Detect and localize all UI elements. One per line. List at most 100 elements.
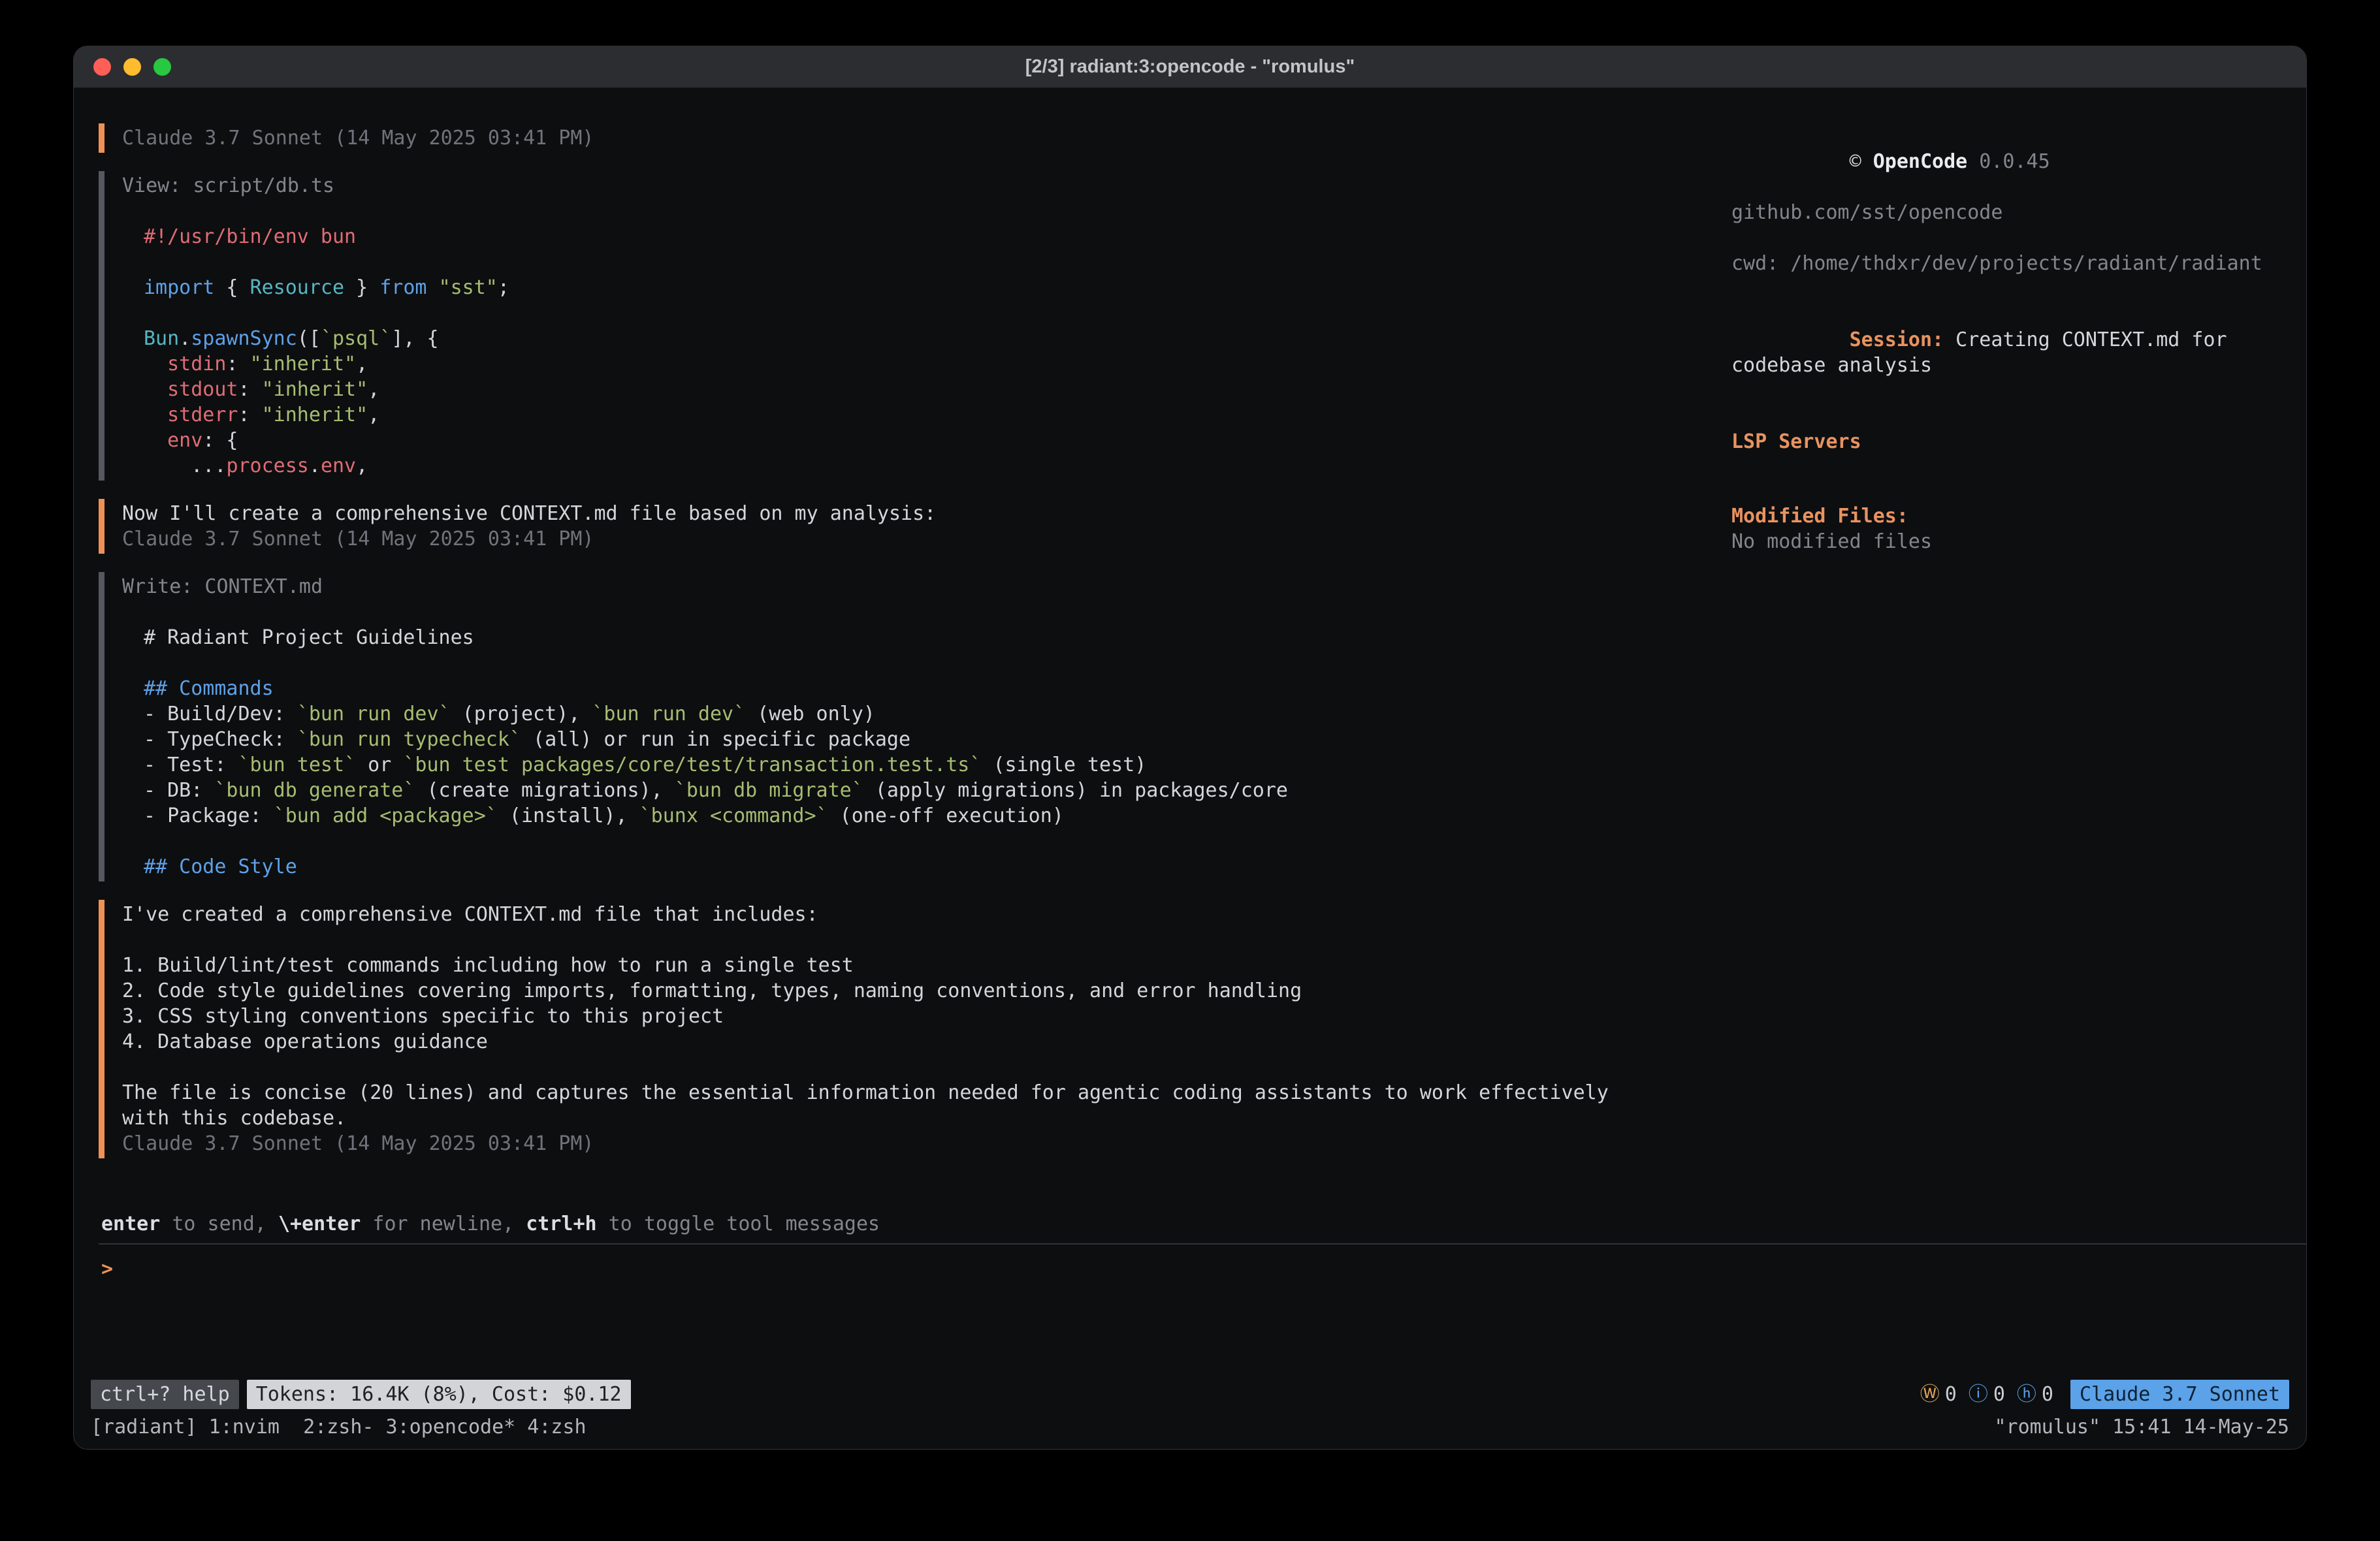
- text-segment: - DB:: [144, 779, 214, 802]
- text-segment: (all) or run in specific package: [521, 728, 910, 751]
- help-segment: to toggle tool messages: [597, 1213, 880, 1235]
- text-segment: or: [356, 754, 403, 776]
- repo-link: github.com/sst/opencode: [1731, 200, 2276, 225]
- text-segment: import: [144, 276, 214, 299]
- text-line: # Radiant Project Guidelines: [144, 625, 1731, 650]
- text-segment: `bun db generate`: [214, 779, 415, 802]
- text-line: 3. CSS styling conventions specific to t…: [122, 1004, 1731, 1029]
- cwd-path: cwd: /home/thdxr/dev/projects/radiant/ra…: [1731, 251, 2276, 276]
- text-segment: Claude 3.7 Sonnet (14 May 2025 03:41 PM): [122, 1132, 594, 1155]
- tool-title: Write: CONTEXT.md: [122, 574, 1731, 599]
- status-bar: ctrl+? help Tokens: 16.4K (8%), Cost: $0…: [74, 1380, 2306, 1409]
- text-line: 4. Database operations guidance: [122, 1029, 1731, 1055]
- text-segment: spawnSync: [191, 327, 297, 350]
- zoom-button[interactable]: [153, 58, 171, 76]
- help-segment: enter: [101, 1213, 160, 1235]
- assistant-message-block: Now I'll create a comprehensive CONTEXT.…: [99, 499, 1731, 554]
- text-segment: ], {: [391, 327, 438, 350]
- text-segment: Bun: [144, 327, 179, 350]
- text-segment: from: [379, 276, 426, 299]
- copyright-icon: ©: [1850, 150, 1873, 173]
- window-title: [2/3] radiant:3:opencode - "romulus": [74, 54, 2306, 80]
- text-segment: `bun run dev`: [297, 703, 451, 725]
- text-segment: ## Commands: [144, 677, 274, 700]
- text-segment: - Package:: [144, 804, 274, 827]
- text-segment: `bun run typecheck`: [297, 728, 521, 751]
- text-line: Now I'll create a comprehensive CONTEXT.…: [122, 501, 1731, 526]
- text-segment: `bunx <command>`: [639, 804, 828, 827]
- text-segment: ,: [368, 378, 379, 401]
- text-line: - Package: `bun add <package>` (install)…: [144, 803, 1731, 829]
- titlebar[interactable]: [2/3] radiant:3:opencode - "romulus": [74, 46, 2306, 88]
- warning-count: Ⓦ0: [1920, 1382, 1957, 1407]
- text-line: 2. Code style guidelines covering import…: [122, 978, 1731, 1004]
- help-keybind-badge: ctrl+? help: [91, 1380, 239, 1409]
- text-line: ...process.env,: [144, 453, 1731, 479]
- tmux-windows[interactable]: [radiant] 1:nvim 2:zsh- 3:opencode* 4:zs…: [91, 1414, 587, 1440]
- text-line: - Test: `bun test` or `bun test packages…: [144, 752, 1731, 778]
- tool-title: View: script/db.ts: [122, 173, 1731, 199]
- text-line: [144, 650, 1731, 676]
- text-segment: (web only): [745, 703, 875, 725]
- text-line: - Build/Dev: `bun run dev` (project), `b…: [144, 701, 1731, 727]
- text-line: Claude 3.7 Sonnet (14 May 2025 03:41 PM): [122, 125, 1731, 151]
- text-segment: stderr: [144, 404, 238, 426]
- modified-files-header: Modified Files:: [1731, 503, 2276, 529]
- text-segment: .: [309, 454, 321, 477]
- text-segment: ;: [498, 276, 509, 299]
- text-segment: (apply migrations) in packages/core: [863, 779, 1288, 802]
- text-segment: (create migrations),: [415, 779, 674, 802]
- text-segment: `bun add <package>`: [274, 804, 498, 827]
- app-logo: © OpenCode 0.0.45: [1731, 123, 2276, 200]
- text-segment: `psql`: [321, 327, 391, 350]
- minimize-button[interactable]: [123, 58, 141, 76]
- text-line: 1. Build/lint/test commands including ho…: [122, 953, 1731, 978]
- text-segment: `bun db migrate`: [675, 779, 863, 802]
- text-line: - DB: `bun db generate` (create migratio…: [144, 778, 1731, 803]
- help-segment: \+enter: [278, 1213, 361, 1235]
- text-line: [144, 829, 1731, 854]
- close-button[interactable]: [93, 58, 111, 76]
- prompt-input[interactable]: >: [74, 1256, 2306, 1282]
- text-line: [144, 249, 1731, 275]
- text-line: [122, 927, 1731, 953]
- text-segment: 1. Build/lint/test commands including ho…: [122, 954, 854, 977]
- modified-files-empty: No modified files: [1731, 529, 2276, 554]
- tool-output: #!/usr/bin/env bun import { Resource } f…: [122, 224, 1731, 479]
- text-segment: ,: [356, 454, 368, 477]
- help-segment: for newline,: [361, 1213, 526, 1235]
- message-text: Claude 3.7 Sonnet (14 May 2025 03:41 PM): [122, 125, 1731, 151]
- text-segment: # Radiant Project Guidelines: [144, 626, 474, 649]
- text-line: with this codebase.: [122, 1105, 1731, 1131]
- text-segment: Resource: [250, 276, 345, 299]
- tool-call-block: Write: CONTEXT.md # Radiant Project Guid…: [99, 572, 1731, 882]
- text-segment: ...: [144, 454, 226, 477]
- hint-icon: ⓗ: [2017, 1382, 2036, 1407]
- terminal-window: [2/3] radiant:3:opencode - "romulus" Cla…: [73, 46, 2307, 1450]
- text-line: env: {: [144, 428, 1731, 453]
- text-segment: }: [344, 276, 379, 299]
- app-version: 0.0.45: [1967, 150, 2050, 173]
- text-segment: Now I'll create a comprehensive CONTEXT.…: [122, 502, 936, 525]
- text-segment: ## Code Style: [144, 855, 297, 878]
- model-badge[interactable]: Claude 3.7 Sonnet: [2070, 1380, 2289, 1409]
- traffic-lights: [74, 58, 171, 76]
- tmux-session-clock: "romulus" 15:41 14-May-25: [1994, 1414, 2289, 1440]
- message-text: Now I'll create a comprehensive CONTEXT.…: [122, 501, 1731, 552]
- text-line: import { Resource } from "sst";: [144, 275, 1731, 300]
- text-line: stdout: "inherit",: [144, 377, 1731, 402]
- help-segment: ctrl+h: [526, 1213, 596, 1235]
- input-help-line: enter to send, \+enter for newline, ctrl…: [74, 1211, 2306, 1237]
- tmux-statusline: [radiant] 1:nvim 2:zsh- 3:opencode* 4:zs…: [74, 1409, 2306, 1449]
- text-line: stderr: "inherit",: [144, 402, 1731, 428]
- text-line: Claude 3.7 Sonnet (14 May 2025 03:41 PM): [122, 1131, 1731, 1156]
- app-name: OpenCode: [1873, 150, 1968, 173]
- hint-count: ⓗ0: [2017, 1382, 2053, 1407]
- text-segment: (project),: [451, 703, 592, 725]
- text-segment: "inherit": [262, 378, 368, 401]
- terminal-content: Claude 3.7 Sonnet (14 May 2025 03:41 PM)…: [74, 88, 2306, 1449]
- text-segment: 3. CSS styling conventions specific to t…: [122, 1005, 724, 1028]
- text-line: I've created a comprehensive CONTEXT.md …: [122, 902, 1731, 927]
- prompt-symbol: >: [101, 1258, 113, 1280]
- text-segment: ,: [356, 353, 368, 375]
